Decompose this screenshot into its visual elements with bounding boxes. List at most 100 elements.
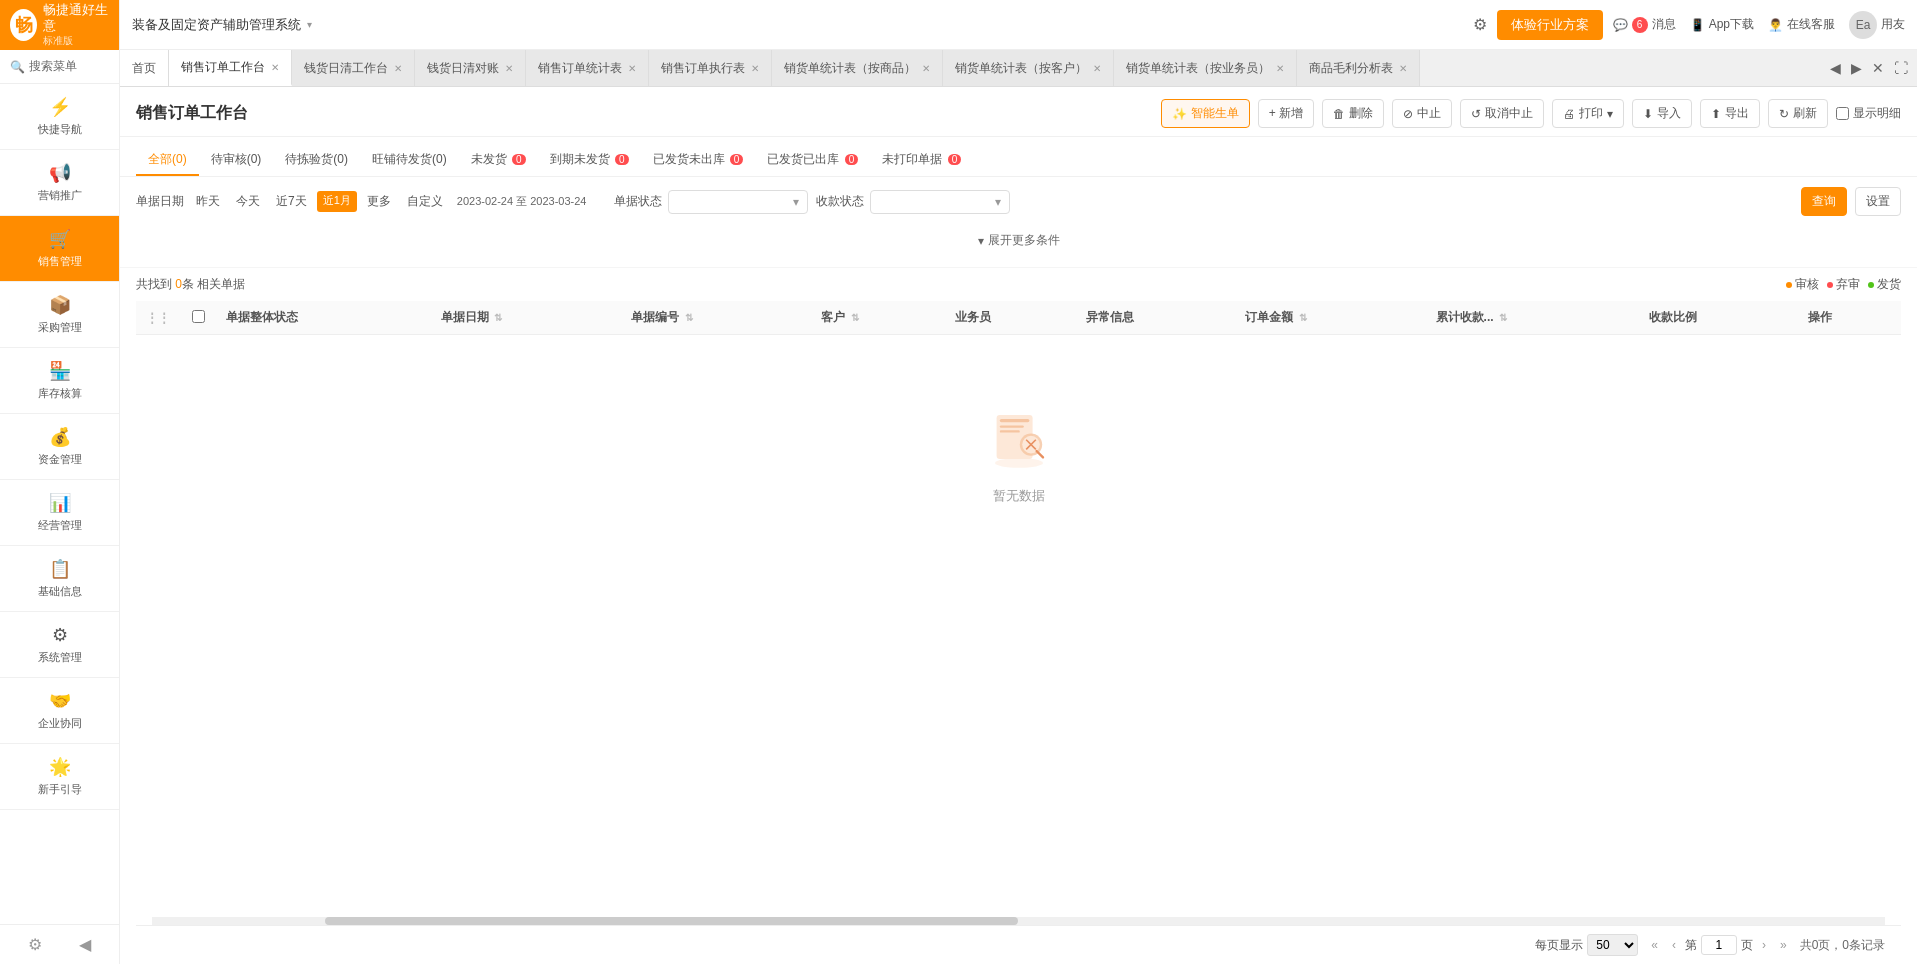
sidebar-item-finance[interactable]: 💰 资金管理: [0, 414, 119, 480]
show-detail-input[interactable]: [1836, 107, 1849, 120]
subtab-shipped-not-out[interactable]: 已发货未出库 0: [641, 145, 756, 176]
cancel-stop-button[interactable]: ↺ 取消中止: [1460, 99, 1544, 128]
settings-bottom-icon[interactable]: ⚙: [28, 935, 42, 954]
stop-button[interactable]: ⊘ 中止: [1392, 99, 1452, 128]
col-amount[interactable]: 订单金额 ⇅: [1235, 301, 1425, 335]
subtab-pending-check[interactable]: 待拣验货(0): [273, 145, 360, 176]
first-page-btn[interactable]: «: [1646, 936, 1663, 954]
date-opt-more[interactable]: 更多: [361, 191, 397, 212]
ai-generate-button[interactable]: ✨ 智能生单: [1161, 99, 1250, 128]
print-button[interactable]: 🖨 打印 ▾: [1552, 99, 1624, 128]
service-icon: 👨‍💼: [1768, 18, 1783, 32]
tab-cash-daily[interactable]: 钱货日清工作台 ✕: [292, 50, 415, 86]
show-detail-checkbox[interactable]: 显示明细: [1836, 105, 1901, 122]
col-accumulated[interactable]: 累计收款... ⇅: [1426, 301, 1640, 335]
prev-page-btn[interactable]: ‹: [1667, 936, 1681, 954]
not-printed-badge: 0: [948, 154, 962, 165]
tab-prev-btn[interactable]: ◀: [1827, 60, 1844, 76]
subtab-shipped-out[interactable]: 已发货已出库 0: [755, 145, 870, 176]
sidebar-item-purchase[interactable]: 📦 采购管理: [0, 282, 119, 348]
subtab-not-printed[interactable]: 未打印单据 0: [870, 145, 973, 176]
review-action-btn[interactable]: 审核: [1786, 276, 1819, 293]
collapse-icon[interactable]: ◀: [79, 935, 91, 954]
add-button[interactable]: + 新增: [1258, 99, 1314, 128]
user-btn[interactable]: Ea 用友: [1849, 11, 1905, 39]
tab-cash-daily-close[interactable]: ✕: [394, 63, 402, 74]
sidebar-item-sales[interactable]: 🛒 销售管理: [0, 216, 119, 282]
date-opt-today[interactable]: 今天: [230, 191, 266, 212]
tab-cash-reconcile[interactable]: 钱货日清对账 ✕: [415, 50, 526, 86]
subtab-all[interactable]: 全部(0): [136, 145, 199, 176]
tab-margin-analysis[interactable]: 商品毛利分析表 ✕: [1297, 50, 1420, 86]
tab-margin-analysis-close[interactable]: ✕: [1399, 63, 1407, 74]
app-download-btn[interactable]: 📱 App下载: [1690, 16, 1754, 33]
message-icon: 💬: [1613, 18, 1628, 32]
sidebar-item-system[interactable]: ⚙ 系统管理: [0, 612, 119, 678]
ship-action-btn[interactable]: 发货: [1868, 276, 1901, 293]
tab-sales-summary-staff-close[interactable]: ✕: [1276, 63, 1284, 74]
sidebar-item-guide[interactable]: 🌟 新手引导: [0, 744, 119, 810]
status-select[interactable]: ▾: [668, 190, 808, 214]
filter-settings-button[interactable]: 设置: [1855, 187, 1901, 216]
page-number-input[interactable]: [1701, 935, 1737, 955]
tab-sales-stats[interactable]: 销售订单统计表 ✕: [526, 50, 649, 86]
tab-close-all-btn[interactable]: ✕: [1869, 60, 1887, 76]
tab-sales-workbench[interactable]: 销售订单工作台 ✕: [169, 50, 292, 86]
tab-sales-exec[interactable]: 销售订单执行表 ✕: [649, 50, 772, 86]
scrollbar-thumb[interactable]: [325, 917, 1018, 925]
subtab-wangpu[interactable]: 旺铺待发货(0): [360, 145, 459, 176]
tab-sales-summary-customer-close[interactable]: ✕: [1093, 63, 1101, 74]
subtab-pending-review[interactable]: 待审核(0): [199, 145, 274, 176]
topbar-settings-icon[interactable]: ⚙: [1473, 15, 1487, 34]
stop-label: 中止: [1417, 105, 1441, 122]
tab-sales-summary-staff[interactable]: 销货单统计表（按业务员） ✕: [1114, 50, 1297, 86]
date-opt-yesterday[interactable]: 昨天: [190, 191, 226, 212]
horizontal-scrollbar[interactable]: [152, 917, 1885, 925]
col-customer[interactable]: 客户 ⇅: [811, 301, 945, 335]
date-opt-custom[interactable]: 自定义: [401, 191, 449, 212]
export-button[interactable]: ⬆ 导出: [1700, 99, 1760, 128]
system-dropdown-icon[interactable]: ▾: [307, 19, 312, 30]
col-checkbox[interactable]: [180, 301, 216, 335]
date-opt-month[interactable]: 近1月: [317, 191, 357, 212]
sidebar-search[interactable]: 🔍 搜索菜单: [0, 50, 119, 84]
payment-select[interactable]: ▾: [870, 190, 1010, 214]
tab-sales-workbench-close[interactable]: ✕: [271, 62, 279, 73]
col-exception: 异常信息: [1076, 301, 1235, 335]
tab-sales-summary-product-close[interactable]: ✕: [922, 63, 930, 74]
empty-state: 暂无数据: [136, 335, 1901, 565]
page-size-dropdown[interactable]: 20 50 100: [1587, 934, 1638, 956]
last-page-btn[interactable]: »: [1775, 936, 1792, 954]
select-all-checkbox[interactable]: [192, 310, 205, 323]
sidebar-item-basic[interactable]: 📋 基础信息: [0, 546, 119, 612]
subtab-expired-not-shipped[interactable]: 到期未发货 0: [538, 145, 641, 176]
subtab-not-shipped[interactable]: 未发货 0: [459, 145, 538, 176]
tab-sales-exec-close[interactable]: ✕: [751, 63, 759, 74]
sidebar-item-operations[interactable]: 📊 经营管理: [0, 480, 119, 546]
date-opt-7days[interactable]: 近7天: [270, 191, 313, 212]
tab-sales-summary-product[interactable]: 销货单统计表（按商品） ✕: [772, 50, 943, 86]
tab-sales-stats-close[interactable]: ✕: [628, 63, 636, 74]
delete-button[interactable]: 🗑 删除: [1322, 99, 1384, 128]
sidebar-item-cooperation[interactable]: 🤝 企业协同: [0, 678, 119, 744]
sidebar-item-quick-nav[interactable]: ⚡ 快捷导航: [0, 84, 119, 150]
page-suffix: 页: [1741, 937, 1753, 954]
sidebar-item-marketing[interactable]: 📢 营销推广: [0, 150, 119, 216]
tab-maximize-btn[interactable]: ⛶: [1891, 60, 1911, 76]
expand-filter-btn[interactable]: ▾ 展开更多条件: [970, 228, 1068, 253]
message-btn[interactable]: 💬 6 消息: [1613, 16, 1676, 33]
trial-button[interactable]: 体验行业方案: [1497, 10, 1603, 40]
tab-next-btn[interactable]: ▶: [1848, 60, 1865, 76]
query-button[interactable]: 查询: [1801, 187, 1847, 216]
refresh-button[interactable]: ↻ 刷新: [1768, 99, 1828, 128]
online-service-btn[interactable]: 👨‍💼 在线客服: [1768, 16, 1835, 33]
cancel-review-action-btn[interactable]: 弃审: [1827, 276, 1860, 293]
import-button[interactable]: ⬇ 导入: [1632, 99, 1692, 128]
tab-cash-reconcile-close[interactable]: ✕: [505, 63, 513, 74]
next-page-btn[interactable]: ›: [1757, 936, 1771, 954]
tab-home[interactable]: 首页: [120, 50, 169, 86]
col-number[interactable]: 单据编号 ⇅: [621, 301, 811, 335]
sidebar-item-inventory[interactable]: 🏪 库存核算: [0, 348, 119, 414]
col-date[interactable]: 单据日期 ⇅: [431, 301, 621, 335]
tab-sales-summary-customer[interactable]: 销货单统计表（按客户） ✕: [943, 50, 1114, 86]
